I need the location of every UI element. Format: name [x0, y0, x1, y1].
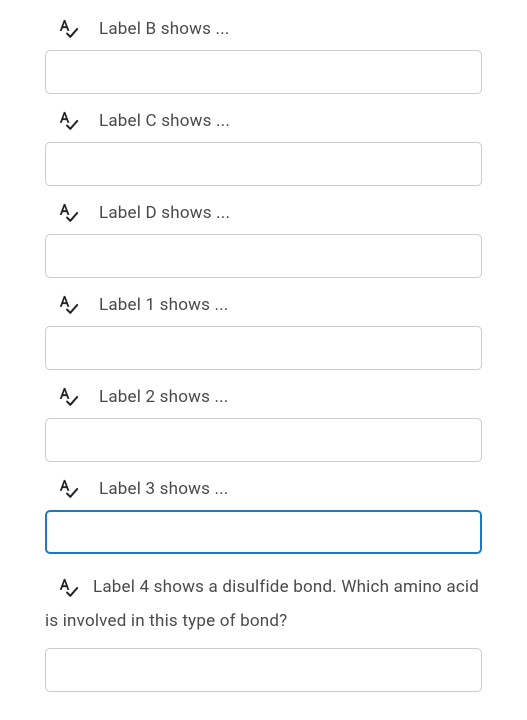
- question-label: Label B shows ...: [99, 19, 230, 39]
- question-group: Label D shows ...: [45, 194, 482, 278]
- question-prompt-row: Label B shows ...: [45, 10, 482, 50]
- spellcheck-icon: [57, 478, 79, 500]
- question-group: Label C shows ...: [45, 102, 482, 186]
- question-prompt-row: Label 2 shows ...: [45, 378, 482, 418]
- question-prompt-row: Label D shows ...: [45, 194, 482, 234]
- answer-input[interactable]: [45, 234, 482, 278]
- spellcheck-icon: [57, 202, 79, 224]
- answer-input[interactable]: [45, 510, 482, 554]
- question-prompt-row: Label C shows ...: [45, 102, 482, 142]
- question-label: Label 3 shows ...: [99, 479, 229, 499]
- spellcheck-icon: [57, 294, 79, 316]
- question-prompt-row: Label 3 shows ...: [45, 470, 482, 510]
- question-prompt-row: Label 1 shows ...: [45, 286, 482, 326]
- answer-input[interactable]: [45, 648, 482, 692]
- question-group: Label 4 shows a disulfide bond. Which am…: [45, 562, 482, 692]
- question-prompt-row: Label 4 shows a disulfide bond. Which am…: [45, 562, 482, 648]
- answer-input[interactable]: [45, 142, 482, 186]
- question-label: Label D shows ...: [99, 203, 230, 223]
- spellcheck-icon: [57, 386, 79, 408]
- question-label: Label 2 shows ...: [99, 387, 229, 407]
- question-list: Label B shows ... Label C shows ... Label …: [45, 10, 482, 692]
- spellcheck-icon: [57, 577, 79, 599]
- question-label: Label 1 shows ...: [99, 295, 229, 315]
- question-label: Label C shows ...: [99, 111, 230, 131]
- question-label: Label 4 shows a disulfide bond. Which am…: [45, 577, 479, 631]
- answer-input[interactable]: [45, 50, 482, 94]
- question-group: Label B shows ...: [45, 10, 482, 94]
- question-group: Label 1 shows ...: [45, 286, 482, 370]
- answer-input[interactable]: [45, 326, 482, 370]
- question-group: Label 3 shows ...: [45, 470, 482, 554]
- question-group: Label 2 shows ...: [45, 378, 482, 462]
- spellcheck-icon: [57, 110, 79, 132]
- answer-input[interactable]: [45, 418, 482, 462]
- spellcheck-icon: [57, 18, 79, 40]
